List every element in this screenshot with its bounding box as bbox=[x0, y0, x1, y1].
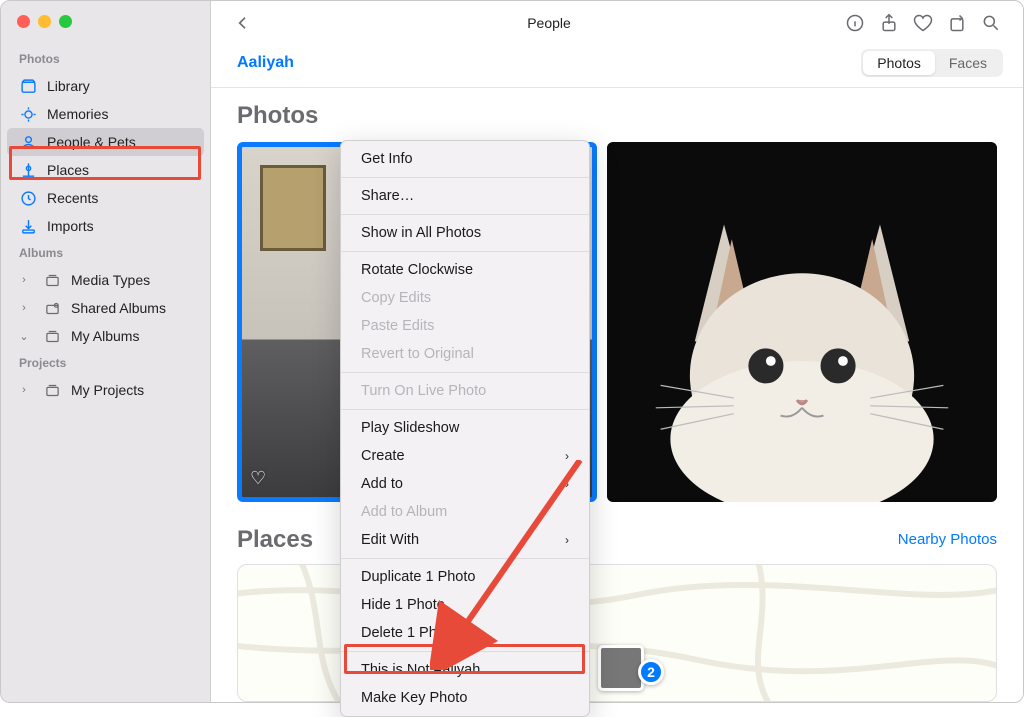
places-section-title: Places bbox=[237, 526, 313, 554]
photos-grid: ♡ bbox=[211, 142, 1023, 502]
menu-create[interactable]: Create › bbox=[341, 442, 589, 470]
menu-turn-on-live: Turn On Live Photo bbox=[341, 377, 589, 405]
sidebar-item-label: Media Types bbox=[71, 272, 150, 288]
menu-separator bbox=[341, 372, 589, 373]
menu-item-label: Create bbox=[361, 448, 405, 464]
menu-paste-edits: Paste Edits bbox=[341, 312, 589, 340]
menu-not-person[interactable]: This is Not Aaliyah bbox=[341, 656, 589, 684]
search-button[interactable] bbox=[979, 11, 1003, 35]
sidebar-item-memories[interactable]: Memories bbox=[1, 100, 210, 128]
map-photo-thumbnail[interactable] bbox=[598, 645, 644, 691]
sidebar-item-library[interactable]: Library bbox=[1, 72, 210, 100]
media-types-icon bbox=[43, 271, 61, 289]
sidebar-item-recents[interactable]: Recents bbox=[1, 184, 210, 212]
menu-separator bbox=[341, 651, 589, 652]
chevron-right-icon: › bbox=[565, 533, 569, 547]
menu-show-in-all[interactable]: Show in All Photos bbox=[341, 219, 589, 247]
menu-rotate[interactable]: Rotate Clockwise bbox=[341, 256, 589, 284]
menu-delete[interactable]: Delete 1 Photo bbox=[341, 619, 589, 647]
sidebar-item-label: Library bbox=[47, 78, 90, 94]
sidebar-item-shared-albums[interactable]: › Shared Albums bbox=[1, 294, 210, 322]
menu-make-key[interactable]: Make Key Photo bbox=[341, 684, 589, 712]
chevron-right-icon: › bbox=[565, 477, 569, 491]
chevron-right-icon: › bbox=[19, 274, 29, 286]
sidebar-item-label: Imports bbox=[47, 218, 94, 234]
sidebar-item-label: Places bbox=[47, 162, 89, 178]
photo-thumbnail[interactable] bbox=[607, 142, 997, 502]
context-menu: Get Info Share… Show in All Photos Rotat… bbox=[340, 140, 590, 717]
minimize-window-button[interactable] bbox=[38, 15, 51, 28]
toolbar-title: People bbox=[265, 15, 833, 31]
sidebar-section-photos: Photos bbox=[1, 46, 210, 72]
map-count-badge[interactable]: 2 bbox=[638, 659, 664, 685]
rotate-button[interactable] bbox=[945, 11, 969, 35]
window-controls bbox=[1, 11, 210, 46]
menu-play-slideshow[interactable]: Play Slideshow bbox=[341, 414, 589, 442]
places-icon bbox=[19, 161, 37, 179]
menu-add-to-album: Add to Album bbox=[341, 498, 589, 526]
fullscreen-window-button[interactable] bbox=[59, 15, 72, 28]
shared-albums-icon bbox=[43, 299, 61, 317]
menu-duplicate[interactable]: Duplicate 1 Photo bbox=[341, 563, 589, 591]
sidebar-section-projects: Projects bbox=[1, 350, 210, 376]
view-tabs: Photos Faces bbox=[861, 49, 1003, 77]
my-albums-icon bbox=[43, 327, 61, 345]
sidebar-item-people-pets[interactable]: People & Pets bbox=[7, 128, 204, 156]
people-pets-icon bbox=[19, 133, 37, 151]
divider bbox=[211, 87, 1023, 88]
sidebar-item-my-albums[interactable]: ⌄ My Albums bbox=[1, 322, 210, 350]
photos-section-title: Photos bbox=[211, 102, 1023, 142]
sidebar-item-label: People & Pets bbox=[47, 134, 136, 150]
menu-separator bbox=[341, 409, 589, 410]
sidebar-item-imports[interactable]: Imports bbox=[1, 212, 210, 240]
toolbar: People bbox=[211, 1, 1023, 41]
chevron-right-icon: › bbox=[19, 302, 29, 314]
sidebar: Photos Library Memories People & Pets Pl… bbox=[1, 1, 211, 702]
memories-icon bbox=[19, 105, 37, 123]
imports-icon bbox=[19, 217, 37, 235]
tab-photos[interactable]: Photos bbox=[863, 51, 935, 75]
person-name[interactable]: Aaliyah bbox=[237, 54, 294, 72]
menu-edit-with[interactable]: Edit With › bbox=[341, 526, 589, 554]
places-header: Places Nearby Photos bbox=[211, 502, 1023, 564]
menu-separator bbox=[341, 558, 589, 559]
menu-hide[interactable]: Hide 1 Photo bbox=[341, 591, 589, 619]
sidebar-item-my-projects[interactable]: › My Projects bbox=[1, 376, 210, 404]
menu-separator bbox=[341, 251, 589, 252]
sidebar-item-label: Shared Albums bbox=[71, 300, 166, 316]
favorite-button[interactable] bbox=[911, 11, 935, 35]
share-button[interactable] bbox=[877, 11, 901, 35]
tab-faces[interactable]: Faces bbox=[935, 51, 1001, 75]
chevron-right-icon: › bbox=[19, 384, 29, 396]
sidebar-item-label: Memories bbox=[47, 106, 108, 122]
sidebar-item-label: Recents bbox=[47, 190, 98, 206]
subheader: Aaliyah Photos Faces bbox=[211, 41, 1023, 87]
menu-item-label: Edit With bbox=[361, 532, 419, 548]
menu-item-label: Add to bbox=[361, 476, 403, 492]
menu-separator bbox=[341, 214, 589, 215]
sidebar-item-label: My Projects bbox=[71, 382, 144, 398]
main-content: People Aaliyah Photos Faces bbox=[211, 1, 1023, 702]
menu-get-info[interactable]: Get Info bbox=[341, 145, 589, 173]
recents-icon bbox=[19, 189, 37, 207]
sidebar-section-albums: Albums bbox=[1, 240, 210, 266]
my-projects-icon bbox=[43, 381, 61, 399]
menu-share[interactable]: Share… bbox=[341, 182, 589, 210]
menu-revert: Revert to Original bbox=[341, 340, 589, 368]
menu-add-to[interactable]: Add to › bbox=[341, 470, 589, 498]
sidebar-item-label: My Albums bbox=[71, 328, 139, 344]
info-button[interactable] bbox=[843, 11, 867, 35]
sidebar-item-places[interactable]: Places bbox=[1, 156, 210, 184]
menu-copy-edits: Copy Edits bbox=[341, 284, 589, 312]
menu-separator bbox=[341, 177, 589, 178]
back-button[interactable] bbox=[231, 11, 255, 35]
close-window-button[interactable] bbox=[17, 15, 30, 28]
cat-image bbox=[607, 142, 997, 502]
chevron-down-icon: ⌄ bbox=[19, 330, 29, 343]
library-icon bbox=[19, 77, 37, 95]
heart-icon: ♡ bbox=[250, 468, 266, 489]
sidebar-item-media-types[interactable]: › Media Types bbox=[1, 266, 210, 294]
chevron-right-icon: › bbox=[565, 449, 569, 463]
nearby-photos-link[interactable]: Nearby Photos bbox=[898, 531, 997, 548]
